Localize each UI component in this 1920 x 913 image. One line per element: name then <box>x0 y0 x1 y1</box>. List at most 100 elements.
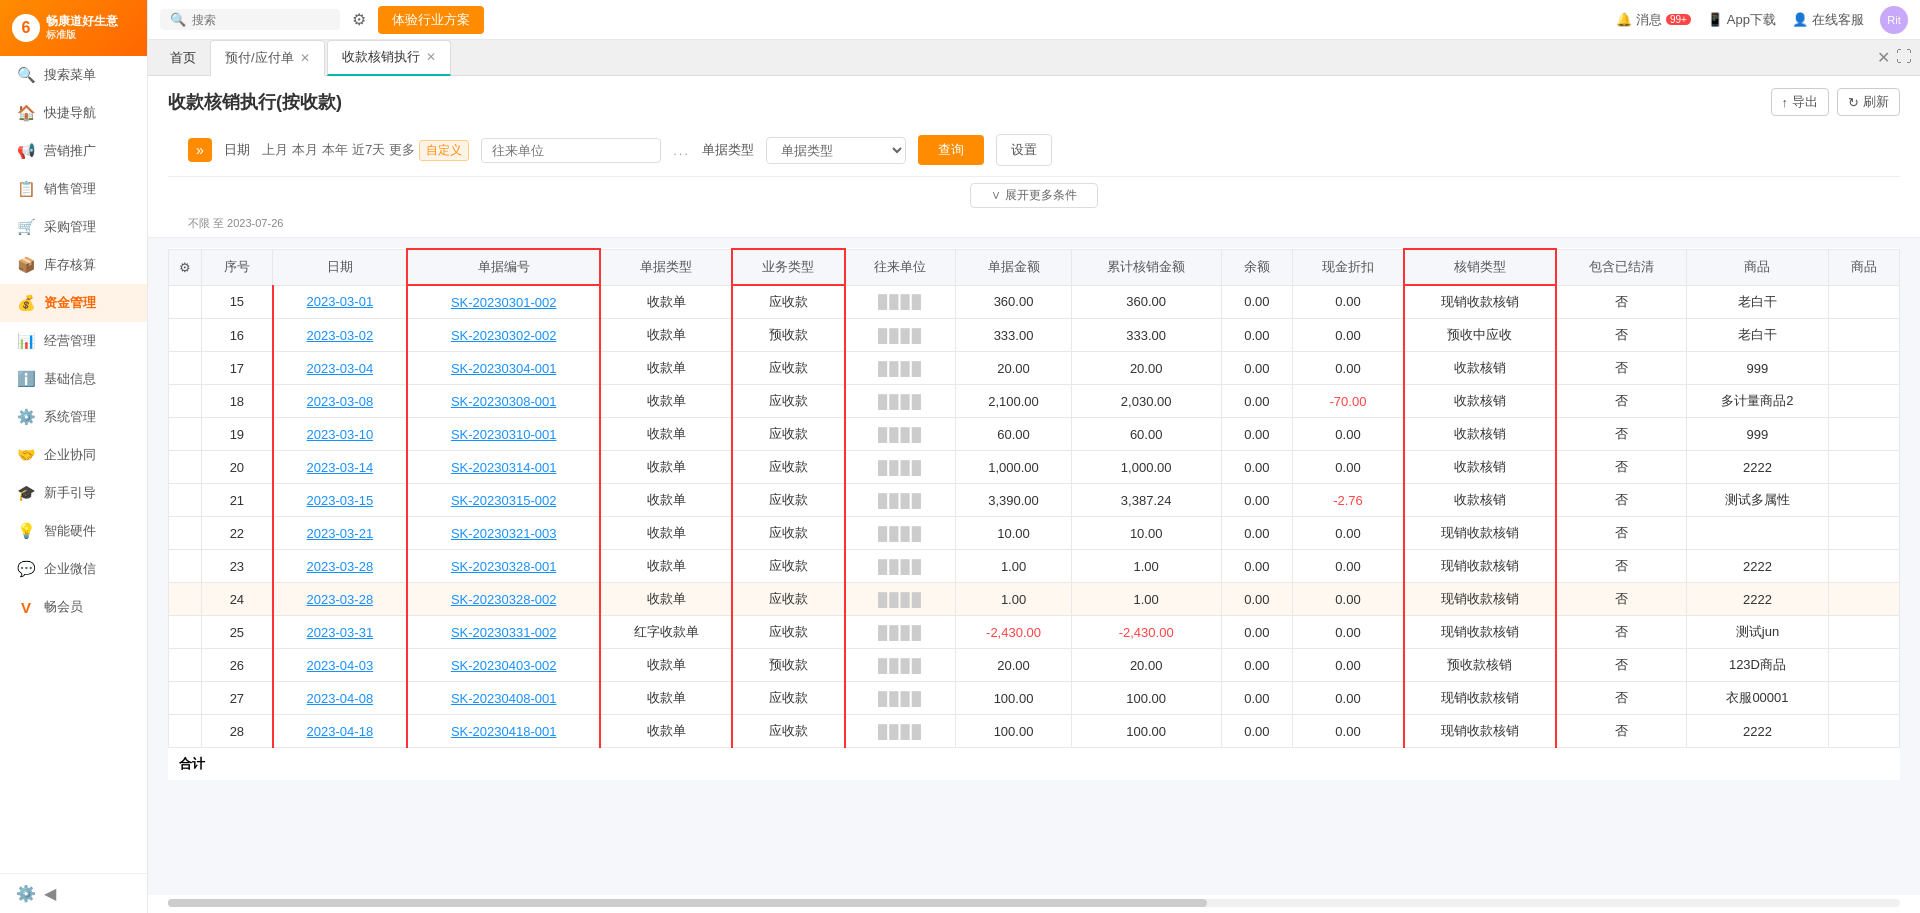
sidebar-item-corp[interactable]: 🤝 企业协同 <box>0 436 147 474</box>
table-cell[interactable]: 2023-03-02 <box>273 319 407 352</box>
filter-date-custom[interactable]: 自定义 <box>419 140 469 161</box>
doc-no-link[interactable]: 2023-03-08 <box>307 394 374 409</box>
col-header-goods2: 商品 <box>1828 249 1899 285</box>
sidebar-item-finance[interactable]: 💰 资金管理 <box>0 284 147 322</box>
sidebar-bottom: ⚙️ ◀ <box>0 873 147 913</box>
table-cell[interactable]: 2023-04-08 <box>273 682 407 715</box>
customer-filter-input[interactable] <box>481 138 661 163</box>
tab-prepay[interactable]: 预付/应付单 ✕ <box>210 40 325 76</box>
topbar-search-input[interactable] <box>192 13 312 27</box>
filter-date-this-year[interactable]: 本年 <box>322 141 348 159</box>
collapse-icon[interactable]: ◀ <box>44 884 56 903</box>
app-download-button[interactable]: 📱 App下载 <box>1707 11 1776 29</box>
doc-no-link[interactable]: 2023-03-28 <box>307 592 374 607</box>
sidebar-item-quick[interactable]: 🏠 快捷导航 <box>0 94 147 132</box>
col-header-settings[interactable]: ⚙ <box>169 249 202 285</box>
sidebar-item-inventory[interactable]: 📦 库存核算 <box>0 246 147 284</box>
table-row[interactable]: 222023-03-21SK-20230321-003收款单应收款████10.… <box>169 517 1900 550</box>
table-cell[interactable]: 2023-03-14 <box>273 451 407 484</box>
table-row[interactable]: 282023-04-18SK-20230418-001收款单应收款████100… <box>169 715 1900 748</box>
topbar-search-box[interactable]: 🔍 <box>160 9 340 30</box>
doc-no-link[interactable]: 2023-04-18 <box>307 724 374 739</box>
settings-bottom-icon[interactable]: ⚙️ <box>16 884 36 903</box>
filter-date-more[interactable]: 更多 <box>389 141 415 159</box>
sidebar-item-search[interactable]: 🔍 搜索菜单 <box>0 56 147 94</box>
table-cell[interactable]: 2023-03-08 <box>273 385 407 418</box>
filter-settings-button[interactable]: 设置 <box>996 134 1052 166</box>
sidebar-item-sales[interactable]: 📋 销售管理 <box>0 170 147 208</box>
online-service-button[interactable]: 👤 在线客服 <box>1792 11 1864 29</box>
export-button[interactable]: ↑ 导出 <box>1771 88 1830 116</box>
tab-collect[interactable]: 收款核销执行 ✕ <box>327 40 451 76</box>
doc-no-link[interactable]: 2023-04-03 <box>307 658 374 673</box>
expand-more-button[interactable]: ∨ 展开更多条件 <box>970 183 1097 208</box>
table-wrapper[interactable]: ⚙ 序号 日期 单据编号 单据类型 业务类型 往来单位 单据金额 累计核销金额 … <box>148 238 1920 895</box>
table-cell[interactable]: 2023-04-18 <box>273 715 407 748</box>
sidebar-item-guide[interactable]: 🎓 新手引导 <box>0 474 147 512</box>
table-row[interactable]: 202023-03-14SK-20230314-001收款单应收款████1,0… <box>169 451 1900 484</box>
tab-collect-close[interactable]: ✕ <box>426 50 436 64</box>
table-row[interactable]: 212023-03-15SK-20230315-002收款单应收款████3,3… <box>169 484 1900 517</box>
doc-no-link[interactable]: 2023-03-14 <box>307 460 374 475</box>
tab-home[interactable]: 首页 <box>156 43 210 73</box>
table-row[interactable]: 242023-03-28SK-20230328-002收款单应收款████1.0… <box>169 583 1900 616</box>
tab-expand-icon[interactable]: ⛶ <box>1896 48 1912 67</box>
industry-solution-button[interactable]: 体验行业方案 <box>378 6 484 34</box>
table-scroll-bar[interactable] <box>148 895 1920 913</box>
table-cell[interactable]: 2023-03-28 <box>273 583 407 616</box>
messages-button[interactable]: 🔔 消息 99+ <box>1616 11 1691 29</box>
doc-no-link[interactable]: 2023-03-28 <box>307 559 374 574</box>
table-cell[interactable]: 2023-03-31 <box>273 616 407 649</box>
table-row[interactable]: 252023-03-31SK-20230331-002红字收款单应收款████-… <box>169 616 1900 649</box>
doc-no-link[interactable]: 2023-03-04 <box>307 361 374 376</box>
table-cell: 收款核销 <box>1404 484 1556 517</box>
doc-no-link[interactable]: 2023-03-15 <box>307 493 374 508</box>
sidebar-item-purchase[interactable]: 🛒 采购管理 <box>0 208 147 246</box>
table-cell[interactable]: 2023-03-10 <box>273 418 407 451</box>
refresh-button[interactable]: ↻ 刷新 <box>1837 88 1900 116</box>
logo-text: 畅康道好生意 <box>46 14 118 28</box>
doc-type-select[interactable]: 单据类型 <box>766 137 906 164</box>
filter-date-7days[interactable]: 近7天 <box>352 141 385 159</box>
table-cell[interactable]: 2023-03-21 <box>273 517 407 550</box>
table-row[interactable]: 192023-03-10SK-20230310-001收款单应收款████60.… <box>169 418 1900 451</box>
table-cell[interactable]: 2023-03-28 <box>273 550 407 583</box>
sidebar-item-operation[interactable]: 📊 经营管理 <box>0 322 147 360</box>
query-button[interactable]: 查询 <box>918 135 984 165</box>
sidebar-item-marketing[interactable]: 📢 营销推广 <box>0 132 147 170</box>
page-content: 收款核销执行(按收款) ↑ 导出 ↻ 刷新 » 日期 上月 <box>148 76 1920 913</box>
tab-close-all-icon[interactable]: ✕ <box>1877 48 1890 67</box>
sidebar-item-system[interactable]: ⚙️ 系统管理 <box>0 398 147 436</box>
doc-no-link[interactable]: 2023-03-31 <box>307 625 374 640</box>
table-cell[interactable]: 2023-03-04 <box>273 352 407 385</box>
topbar-gear-icon[interactable]: ⚙ <box>352 10 366 29</box>
doc-no-link[interactable]: 2023-03-10 <box>307 427 374 442</box>
table-row[interactable]: 232023-03-28SK-20230328-001收款单应收款████1.0… <box>169 550 1900 583</box>
table-cell: -70.00 <box>1293 385 1404 418</box>
sidebar-item-member[interactable]: V 畅会员 <box>0 588 147 626</box>
doc-no-link[interactable]: 2023-04-08 <box>307 691 374 706</box>
tab-prepay-close[interactable]: ✕ <box>300 51 310 65</box>
table-row[interactable]: 172023-03-04SK-20230304-001收款单应收款████20.… <box>169 352 1900 385</box>
table-row[interactable]: 272023-04-08SK-20230408-001收款单应收款████100… <box>169 682 1900 715</box>
sidebar-item-basic[interactable]: ℹ️ 基础信息 <box>0 360 147 398</box>
doc-no-link[interactable]: 2023-03-02 <box>307 328 374 343</box>
logo-icon: 6 <box>12 14 40 42</box>
table-cell[interactable]: 2023-04-03 <box>273 649 407 682</box>
table-row[interactable]: 162023-03-02SK-20230302-002收款单预收款████333… <box>169 319 1900 352</box>
filter-expand-button[interactable]: » <box>188 138 212 162</box>
filter-date-prev-month[interactable]: 上月 <box>262 141 288 159</box>
table-cell[interactable]: 2023-03-01 <box>273 285 407 319</box>
filter-date-this-month[interactable]: 本月 <box>292 141 318 159</box>
table-row[interactable]: 152023-03-01SK-20230301-002收款单应收款████360… <box>169 285 1900 319</box>
table-row[interactable]: 182023-03-08SK-20230308-001收款单应收款████2,1… <box>169 385 1900 418</box>
table-cell: 现销收款核销 <box>1404 550 1556 583</box>
table-cell[interactable]: 2023-03-15 <box>273 484 407 517</box>
sidebar-item-hardware[interactable]: 💡 智能硬件 <box>0 512 147 550</box>
user-avatar[interactable]: Rit <box>1880 6 1908 34</box>
sidebar-item-wechat[interactable]: 💬 企业微信 <box>0 550 147 588</box>
doc-no-link[interactable]: 2023-03-01 <box>307 294 374 309</box>
table-row[interactable]: 262023-04-03SK-20230403-002收款单预收款████20.… <box>169 649 1900 682</box>
table-cell: 999 <box>1687 418 1828 451</box>
doc-no-link[interactable]: 2023-03-21 <box>307 526 374 541</box>
